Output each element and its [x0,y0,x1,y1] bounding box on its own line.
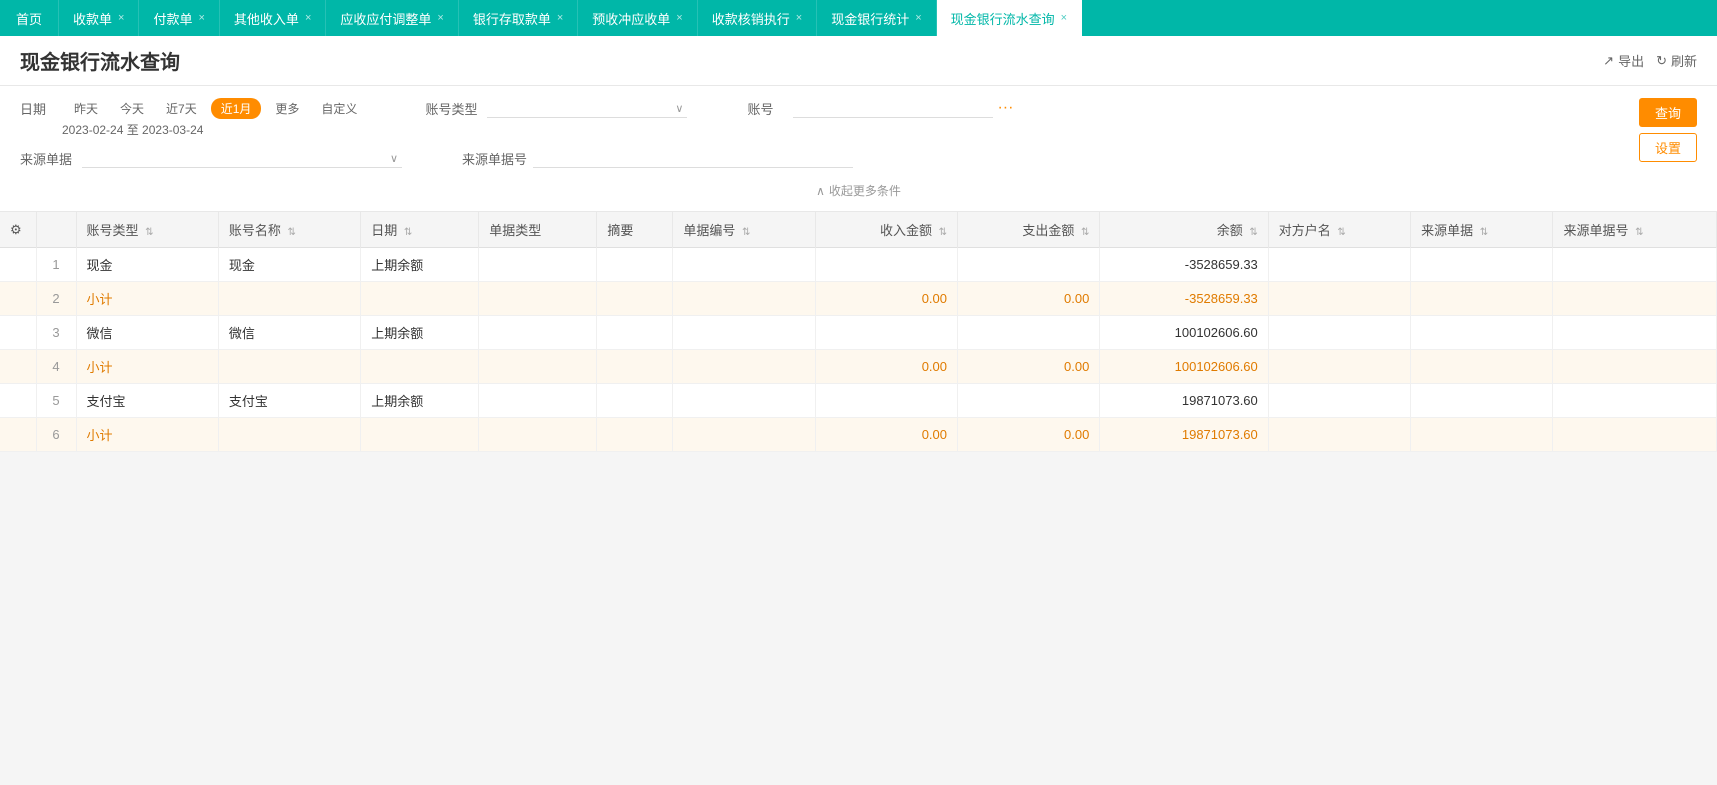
account-input[interactable] [793,98,993,118]
nav-tab-xianjinliushui[interactable]: 现金银行流水查询 × [937,0,1082,36]
table-header-row: ⚙ 账号类型 ⇅ 账号名称 ⇅ 日期 ⇅ 单据类型 [0,212,1717,248]
close-icon[interactable]: × [796,12,802,24]
nav-tab-yinhangcunqu[interactable]: 银行存取款单 × [459,0,578,36]
nav-tab-xianjintongji[interactable]: 现金银行统计 × [817,0,936,36]
column-source-doc-no[interactable]: 来源单据号 ⇅ [1553,212,1717,248]
table-row: 6小计0.000.0019871073.60 [0,418,1717,452]
nav-tab-shoukuandan[interactable]: 收款单 × [59,0,139,36]
table-row: 3微信微信上期余额100102606.60 [0,316,1717,350]
settings-button[interactable]: 设置 [1639,133,1697,162]
nav-tab-yushoufanying[interactable]: 预收冲应收单 × [578,0,697,36]
column-counterparty[interactable]: 对方户名 ⇅ [1268,212,1410,248]
refresh-icon: ↻ [1656,53,1667,69]
nav-tab-fukuandan[interactable]: 付款单 × [139,0,219,36]
column-doc-type[interactable]: 单据类型 [479,212,597,248]
date-btn-yesterday[interactable]: 昨天 [66,98,106,119]
filter-action-buttons: 查询 设置 [1639,98,1697,162]
nav-tab-qitashouru[interactable]: 其他收入单 × [220,0,326,36]
source-doc-input[interactable] [82,148,402,168]
close-icon[interactable]: × [1061,12,1067,24]
column-source-doc[interactable]: 来源单据 ⇅ [1411,212,1553,248]
column-account-name[interactable]: 账号名称 ⇅ [218,212,360,248]
column-date[interactable]: 日期 ⇅ [361,212,479,248]
column-doc-no[interactable]: 单据编号 ⇅ [673,212,815,248]
date-options: 昨天 今天 近7天 近1月 更多 自定义 [66,98,365,119]
column-gear[interactable]: ⚙ [0,212,36,248]
refresh-button[interactable]: ↻ 刷新 [1656,51,1697,70]
column-expense[interactable]: 支出金额 ⇅ [958,212,1100,248]
source-doc-label: 来源单据 [20,149,76,168]
export-icon: ↗ [1603,53,1614,69]
table-row: 4小计0.000.00100102606.60 [0,350,1717,384]
sort-icon: ⇅ [742,227,750,238]
close-icon[interactable]: × [915,12,921,24]
page-header: 现金银行流水查询 ↗ 导出 ↻ 刷新 [0,36,1717,86]
column-income[interactable]: 收入金额 ⇅ [815,212,957,248]
sort-icon: ⇅ [1635,227,1643,238]
header-actions: ↗ 导出 ↻ 刷新 [1603,51,1697,70]
date-btn-7days[interactable]: 近7天 [158,98,205,119]
dots-button[interactable]: ··· [997,99,1013,117]
sort-icon: ⇅ [1249,227,1257,238]
collapse-icon: ∧ [816,184,825,198]
date-btn-custom[interactable]: 自定义 [313,98,365,119]
sort-icon: ⇅ [1081,227,1089,238]
column-account-type[interactable]: 账号类型 ⇅ [76,212,218,248]
date-btn-more[interactable]: 更多 [267,98,307,119]
sort-icon: ⇅ [1337,227,1345,238]
nav-tab-yingshoutiaozheng[interactable]: 应收应付调整单 × [326,0,458,36]
close-icon[interactable]: × [198,12,204,24]
account-type-label: 账号类型 [425,99,481,118]
source-doc-num-input[interactable] [533,148,853,168]
data-table-container: ⚙ 账号类型 ⇅ 账号名称 ⇅ 日期 ⇅ 单据类型 [0,212,1717,452]
export-button[interactable]: ↗ 导出 [1603,51,1644,70]
table-row: 2小计0.000.00-3528659.33 [0,282,1717,316]
close-icon[interactable]: × [305,12,311,24]
filter-area: 日期 昨天 今天 近7天 近1月 更多 自定义 2023-02-24 至 202… [0,86,1717,212]
table-row: 5支付宝支付宝上期余额19871073.60 [0,384,1717,418]
top-navigation: 首页 收款单 × 付款单 × 其他收入单 × 应收应付调整单 × 银行存取款单 … [0,0,1717,36]
nav-tab-shoukuanhexiao[interactable]: 收款核销执行 × [698,0,817,36]
close-icon[interactable]: × [557,12,563,24]
date-filter-label: 日期 [20,99,60,118]
sort-icon: ⇅ [939,227,947,238]
sort-icon: ⇅ [145,227,153,238]
column-summary: 摘要 [597,212,673,248]
source-doc-num-label: 来源单据号 [462,149,527,168]
page-title: 现金银行流水查询 [20,46,180,75]
table-row: 1现金现金上期余额-3528659.33 [0,248,1717,282]
sort-icon: ⇅ [1480,227,1488,238]
column-index [36,212,76,248]
nav-home[interactable]: 首页 [0,0,59,36]
close-icon[interactable]: × [118,12,124,24]
date-btn-1month[interactable]: 近1月 [211,98,262,119]
close-icon[interactable]: × [437,12,443,24]
sort-icon: ⇅ [404,227,412,238]
sort-icon: ⇅ [287,227,295,238]
query-button[interactable]: 查询 [1639,98,1697,127]
date-btn-today[interactable]: 今天 [112,98,152,119]
collapse-bar[interactable]: ∧ 收起更多条件 [20,178,1697,199]
date-range-display: 2023-02-24 至 2023-03-24 [62,123,203,137]
data-table: ⚙ 账号类型 ⇅ 账号名称 ⇅ 日期 ⇅ 单据类型 [0,212,1717,452]
column-balance[interactable]: 余额 ⇅ [1100,212,1268,248]
account-label: 账号 [747,99,787,118]
close-icon[interactable]: × [676,12,682,24]
gear-icon[interactable]: ⚙ [10,222,22,237]
account-type-input[interactable] [487,98,687,118]
